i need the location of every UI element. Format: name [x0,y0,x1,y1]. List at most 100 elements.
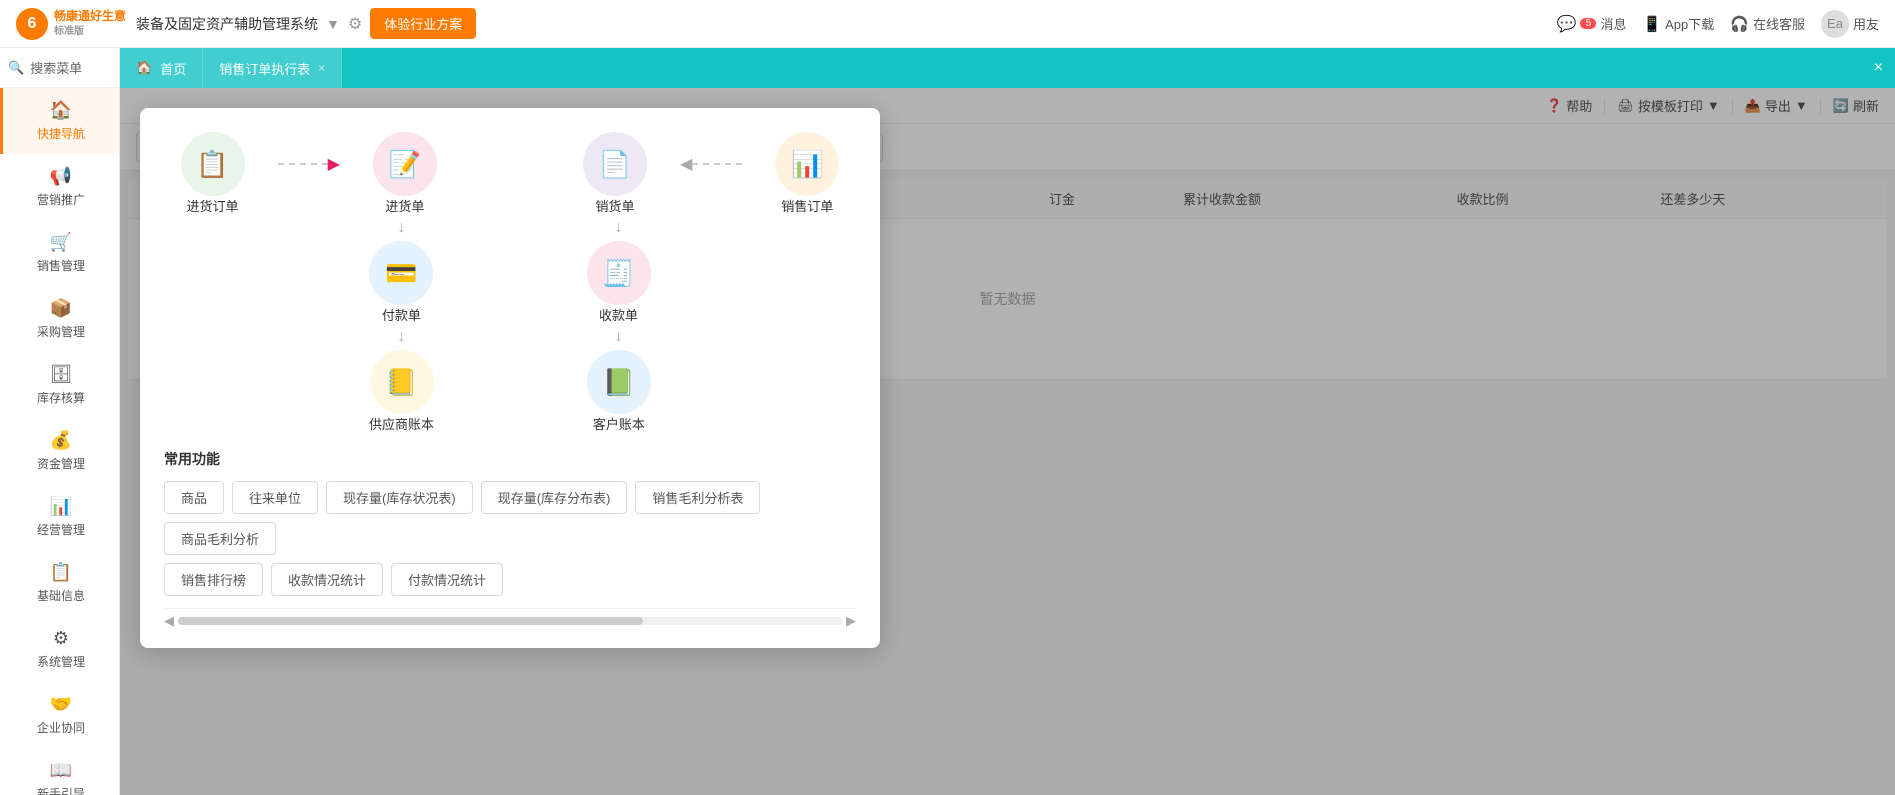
flow-node-purchase-bill[interactable]: 📝 进货单 [373,132,437,215]
settings-icon[interactable]: ⚙ [348,14,362,34]
arrow-down-payment: ↓ [369,328,433,346]
user-item[interactable]: Ea 用友 [1821,10,1879,38]
scrollbar-track[interactable] [178,617,842,625]
tab-bar: 🏠 首页 销售订单执行表 × × [120,48,1895,88]
headset-icon: 🎧 [1730,15,1749,33]
system-title-text: 装备及固定资产辅助管理系统 [136,14,318,34]
logo-text: 畅康通好生意 标准版 [54,9,126,38]
arrow-down-sale: ↓ [587,219,651,237]
func-buttons-row-2: 销售排行榜 收款情况统计 付款情况统计 [164,563,856,596]
func-btn-product[interactable]: 商品 [164,481,224,514]
func-btn-payment-stats[interactable]: 付款情况统计 [391,563,503,596]
flow-node-sale-bill[interactable]: 📄 销货单 [583,132,647,215]
scrollbar-thumb [178,617,643,625]
popup-overlay: 📋 进货订单 ▶ [120,88,1895,795]
dropdown-icon[interactable]: ▼ [326,16,340,32]
func-btn-sales-ranking[interactable]: 销售排行榜 [164,563,263,596]
message-label: 消息 [1600,14,1626,33]
sales-icon: 🛒 [50,232,72,253]
message-icon: 💬 [1557,14,1577,34]
flow-node-sale-order[interactable]: 📊 销售订单 [775,132,839,215]
sidebar-item-marketing[interactable]: 📢 营销推广 [0,154,119,220]
finance-icon: 💰 [50,430,72,451]
tab-bar-close-button[interactable]: × [1862,48,1895,88]
sidebar-item-quick-nav[interactable]: 🏠 快捷导航 [0,88,119,154]
tab-sales-order-label: 销售订单执行表 [219,59,310,78]
download-icon: 📱 [1642,15,1661,33]
func-btn-inventory-dist[interactable]: 现存量(库存分布表) [481,481,628,514]
logo-icon: 6 [16,8,48,40]
marketing-icon: 📢 [50,166,72,187]
newbie-icon: 📖 [50,760,72,781]
sidebar-item-finance[interactable]: 💰 资金管理 [0,418,119,484]
tab-close-icon[interactable]: × [318,61,325,75]
sidebar-item-purchase[interactable]: 📦 采购管理 [0,286,119,352]
flow-node-payment[interactable]: 💳 付款单 [369,241,433,324]
common-functions-title: 常用功能 [164,449,856,469]
func-buttons-row-1: 商品 往来单位 现存量(库存状况表) 现存量(库存分布表) 销售毛利分析表 商品… [164,481,856,555]
sidebar-item-label: 基础信息 [37,587,85,604]
sidebar-item-label: 营销推广 [37,191,85,208]
main-layout: 🔍 搜索菜单 🏠 快捷导航 📢 营销推广 🛒 销售管理 📦 采购管理 🗄 库存核… [0,48,1895,795]
message-item[interactable]: 💬 5 消息 [1557,14,1627,34]
sidebar: 🔍 搜索菜单 🏠 快捷导航 📢 营销推广 🛒 销售管理 📦 采购管理 🗄 库存核… [0,48,120,795]
home-icon: 🏠 [50,100,72,121]
sidebar-item-basic-info[interactable]: 📋 基础信息 [0,550,119,616]
header-actions: 💬 5 消息 📱 App下载 🎧 在线客服 Ea 用友 [1557,10,1879,38]
message-badge: 5 [1580,18,1596,29]
content-area: 🏠 首页 销售订单执行表 × × ❓ 帮助 🖨 按模板打印 [120,48,1895,795]
search-icon: 🔍 [8,60,24,76]
sidebar-item-label: 库存核算 [37,389,85,406]
scroll-left-arrow[interactable]: ◀ [164,613,174,629]
sidebar-item-label: 销售管理 [37,257,85,274]
flow-diagram-container: 📋 进货订单 ▶ [164,132,856,433]
common-functions: 常用功能 商品 往来单位 现存量(库存状况表) 现存量(库存分布表) 销售毛利分… [164,449,856,596]
flow-node-customer-ledger[interactable]: 📗 客户账本 [587,350,651,433]
tab-sales-order[interactable]: 销售订单执行表 × [203,48,342,88]
sidebar-item-label: 新手引导 [37,785,85,795]
sidebar-item-label: 系统管理 [37,653,85,670]
app-download-item[interactable]: 📱 App下载 [1642,14,1714,33]
popup-box: 📋 进货订单 ▶ [140,108,880,648]
purchase-icon: 📦 [50,298,72,319]
sidebar-item-label: 采购管理 [37,323,85,340]
popup-scrollbar: ◀ ▶ [164,608,856,629]
flow-node-purchase-order[interactable]: 📋 进货订单 [181,132,245,215]
arrow-1: ▶ [278,154,340,194]
home-tab-icon: 🏠 [136,60,152,76]
page-content: ❓ 帮助 🖨 按模板打印 ▼ 📤 导出 ▼ 🔄 刷新 [120,88,1895,795]
func-btn-inventory-status[interactable]: 现存量(库存状况表) [326,481,473,514]
sidebar-item-newbie[interactable]: 📖 新手引导 [0,748,119,795]
arrow-2: ◀ [680,154,742,194]
operation-icon: 📊 [50,496,72,517]
logo-area: 6 畅康通好生意 标准版 [16,8,136,40]
tab-home[interactable]: 🏠 首页 [120,48,203,88]
avatar: Ea [1821,10,1849,38]
func-btn-product-profit[interactable]: 商品毛利分析 [164,522,276,555]
system-title-area: 装备及固定资产辅助管理系统 ▼ ⚙ 体验行业方案 [136,8,1557,39]
enterprise-icon: 🤝 [50,694,72,715]
online-service-item[interactable]: 🎧 在线客服 [1730,14,1805,33]
func-btn-counterpart[interactable]: 往来单位 [232,481,318,514]
sidebar-item-inventory[interactable]: 🗄 库存核算 [0,352,119,418]
sidebar-item-label: 企业协同 [37,719,85,736]
system-icon: ⚙ [53,628,69,649]
sidebar-item-sales[interactable]: 🛒 销售管理 [0,220,119,286]
top-header: 6 畅康通好生意 标准版 装备及固定资产辅助管理系统 ▼ ⚙ 体验行业方案 💬 … [0,0,1895,48]
basic-info-icon: 📋 [50,562,72,583]
func-btn-sales-profit[interactable]: 销售毛利分析表 [635,481,760,514]
func-btn-collection-stats[interactable]: 收款情况统计 [271,563,383,596]
sidebar-item-label: 资金管理 [37,455,85,472]
sidebar-item-system[interactable]: ⚙ 系统管理 [0,616,119,682]
arrow-down-purchase: ↓ [369,219,433,237]
flow-node-receipt[interactable]: 🧾 收款单 [587,241,651,324]
scroll-right-arrow[interactable]: ▶ [846,613,856,629]
sidebar-item-operation[interactable]: 📊 经营管理 [0,484,119,550]
sidebar-item-label: 快捷导航 [37,125,85,142]
sidebar-item-enterprise[interactable]: 🤝 企业协同 [0,682,119,748]
sidebar-search[interactable]: 🔍 搜索菜单 [0,48,119,88]
inventory-icon: 🗄 [50,364,73,385]
experience-button[interactable]: 体验行业方案 [370,8,476,39]
sidebar-item-label: 经营管理 [37,521,85,538]
flow-node-supplier-ledger[interactable]: 📒 供应商账本 [369,350,434,433]
